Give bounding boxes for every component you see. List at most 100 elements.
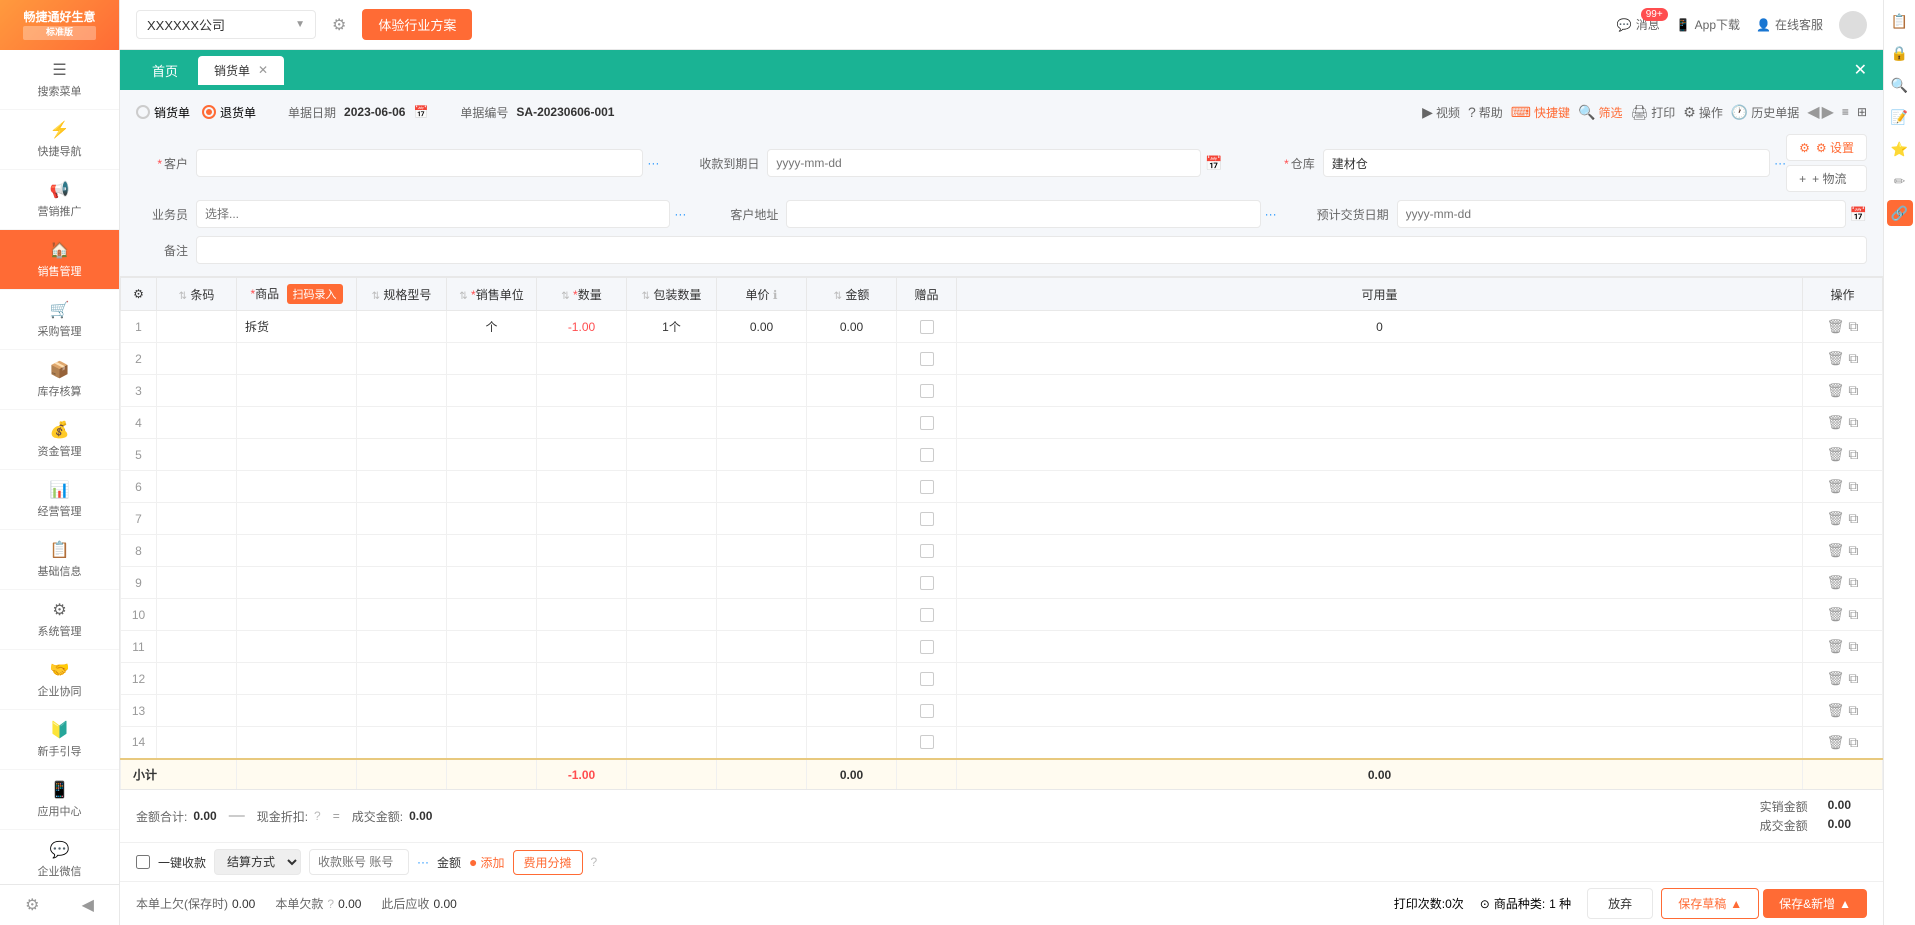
row-barcode[interactable]	[157, 727, 237, 759]
delete-icon[interactable]: 🗑	[1827, 734, 1845, 751]
payment-date-input[interactable]	[767, 149, 1201, 177]
row-product[interactable]	[237, 439, 357, 471]
row-amount[interactable]	[807, 663, 897, 695]
copy-icon[interactable]: ⧉	[1848, 670, 1858, 687]
row-amount[interactable]	[807, 375, 897, 407]
row-price[interactable]	[717, 375, 807, 407]
row-unit[interactable]	[447, 631, 537, 663]
row-product[interactable]	[237, 567, 357, 599]
row-price[interactable]	[717, 439, 807, 471]
sidebar-collapse-icon[interactable]: ◀	[82, 895, 94, 915]
expected-date-input[interactable]	[1397, 200, 1846, 228]
sidebar-item-inventory[interactable]: 📦 库存核算	[0, 350, 119, 410]
row-price[interactable]	[717, 727, 807, 759]
row-qty[interactable]	[537, 631, 627, 663]
row-pkg-qty[interactable]	[627, 503, 717, 535]
row-barcode[interactable]	[157, 567, 237, 599]
row-qty[interactable]	[537, 471, 627, 503]
copy-icon[interactable]: ⧉	[1848, 318, 1858, 335]
row-qty[interactable]	[537, 695, 627, 727]
row-pkg-qty[interactable]	[627, 471, 717, 503]
tab-home[interactable]: 首页	[136, 53, 194, 88]
rp-clipboard-icon[interactable]: 📋	[1887, 8, 1913, 34]
payment-date-calendar-icon[interactable]: 📅	[1201, 155, 1222, 172]
row-gift[interactable]	[897, 311, 957, 343]
row-price[interactable]	[717, 567, 807, 599]
delete-icon[interactable]: 🗑	[1827, 542, 1845, 559]
fees-split-button[interactable]: 费用分摊	[513, 850, 583, 875]
row-unit[interactable]	[447, 343, 537, 375]
abandon-button[interactable]: 放弃	[1587, 888, 1653, 919]
notes-input[interactable]	[196, 236, 1867, 264]
row-barcode[interactable]	[157, 599, 237, 631]
delete-icon[interactable]: 🗑	[1827, 318, 1845, 335]
row-price[interactable]	[717, 663, 807, 695]
row-product[interactable]: 拆货	[237, 311, 357, 343]
row-barcode[interactable]	[157, 407, 237, 439]
account-ellipsis-icon[interactable]: ···	[417, 855, 429, 869]
tab-close-icon[interactable]: ✕	[258, 63, 268, 77]
row-amount[interactable]	[807, 471, 897, 503]
rp-star-icon[interactable]: ⭐	[1887, 136, 1913, 162]
row-barcode[interactable]	[157, 631, 237, 663]
delete-icon[interactable]: 🗑	[1827, 382, 1845, 399]
table-wrapper[interactable]: ⚙ ⇅ 条码 *商品 扫码录入 ⇅ 规格型号 ⇅ *销售单位 ⇅ *数量 ⇅ 包…	[120, 277, 1883, 789]
video-btn[interactable]: ▶ 视频	[1422, 104, 1460, 121]
row-price[interactable]	[717, 695, 807, 727]
row-gift[interactable]	[897, 567, 957, 599]
filter-btn[interactable]: 🔍 筛选	[1578, 104, 1622, 121]
scan-barcode-button[interactable]: 扫码录入	[287, 284, 343, 304]
discount-help-icon[interactable]: ?	[314, 809, 321, 823]
row-product[interactable]	[237, 535, 357, 567]
row-pkg-qty[interactable]	[627, 631, 717, 663]
save-new-button[interactable]: 保存&新增 ▲	[1763, 889, 1867, 918]
row-price[interactable]	[717, 503, 807, 535]
row-unit[interactable]	[447, 599, 537, 631]
row-product[interactable]	[237, 471, 357, 503]
row-spec[interactable]	[357, 695, 447, 727]
customer-input[interactable]	[196, 149, 643, 177]
row-product[interactable]	[237, 343, 357, 375]
print-nav[interactable]: ◀ ▶	[1807, 102, 1834, 122]
row-gift[interactable]	[897, 503, 957, 535]
row-spec[interactable]	[357, 311, 447, 343]
radio-sales-order[interactable]: 销货单	[136, 104, 190, 121]
sidebar-item-basicinfo[interactable]: 📋 基础信息	[0, 530, 119, 590]
warehouse-input[interactable]	[1323, 149, 1770, 177]
row-unit[interactable]	[447, 567, 537, 599]
add-payment-btn[interactable]: ● 添加	[469, 854, 504, 871]
row-barcode[interactable]	[157, 535, 237, 567]
copy-icon[interactable]: ⧉	[1848, 446, 1858, 463]
row-unit[interactable]	[447, 439, 537, 471]
row-product[interactable]	[237, 695, 357, 727]
row-unit[interactable]: 个	[447, 311, 537, 343]
row-amount[interactable]	[807, 695, 897, 727]
row-product[interactable]	[237, 407, 357, 439]
row-gift[interactable]	[897, 631, 957, 663]
row-pkg-qty[interactable]	[627, 695, 717, 727]
sidebar-item-marketing[interactable]: 📢 营销推广	[0, 170, 119, 230]
row-spec[interactable]	[357, 471, 447, 503]
row-spec[interactable]	[357, 407, 447, 439]
row-gift[interactable]	[897, 535, 957, 567]
row-qty[interactable]	[537, 503, 627, 535]
row-spec[interactable]	[357, 727, 447, 759]
row-pkg-qty[interactable]	[627, 599, 717, 631]
view-grid-btn[interactable]: ⊞	[1857, 105, 1867, 119]
topbar-gear-icon[interactable]: ⚙	[328, 11, 350, 39]
copy-icon[interactable]: ⧉	[1848, 542, 1858, 559]
row-gift[interactable]	[897, 375, 957, 407]
sidebar-item-search[interactable]: ☰ 搜索菜单	[0, 50, 119, 110]
row-pkg-qty[interactable]: 1个	[627, 311, 717, 343]
row-product[interactable]	[237, 727, 357, 759]
row-barcode[interactable]	[157, 439, 237, 471]
pay-once-checkbox[interactable]	[136, 855, 150, 869]
delete-icon[interactable]: 🗑	[1827, 510, 1845, 527]
view-list-btn[interactable]: ≡	[1842, 105, 1849, 119]
settings-button[interactable]: ⚙ ⚙ 设置	[1786, 134, 1867, 161]
row-unit[interactable]	[447, 471, 537, 503]
row-qty[interactable]: -1.00	[537, 311, 627, 343]
sidebar-item-appcenter[interactable]: 📱 应用中心	[0, 770, 119, 830]
trial-button[interactable]: 体验行业方案	[362, 9, 472, 40]
row-product[interactable]	[237, 631, 357, 663]
